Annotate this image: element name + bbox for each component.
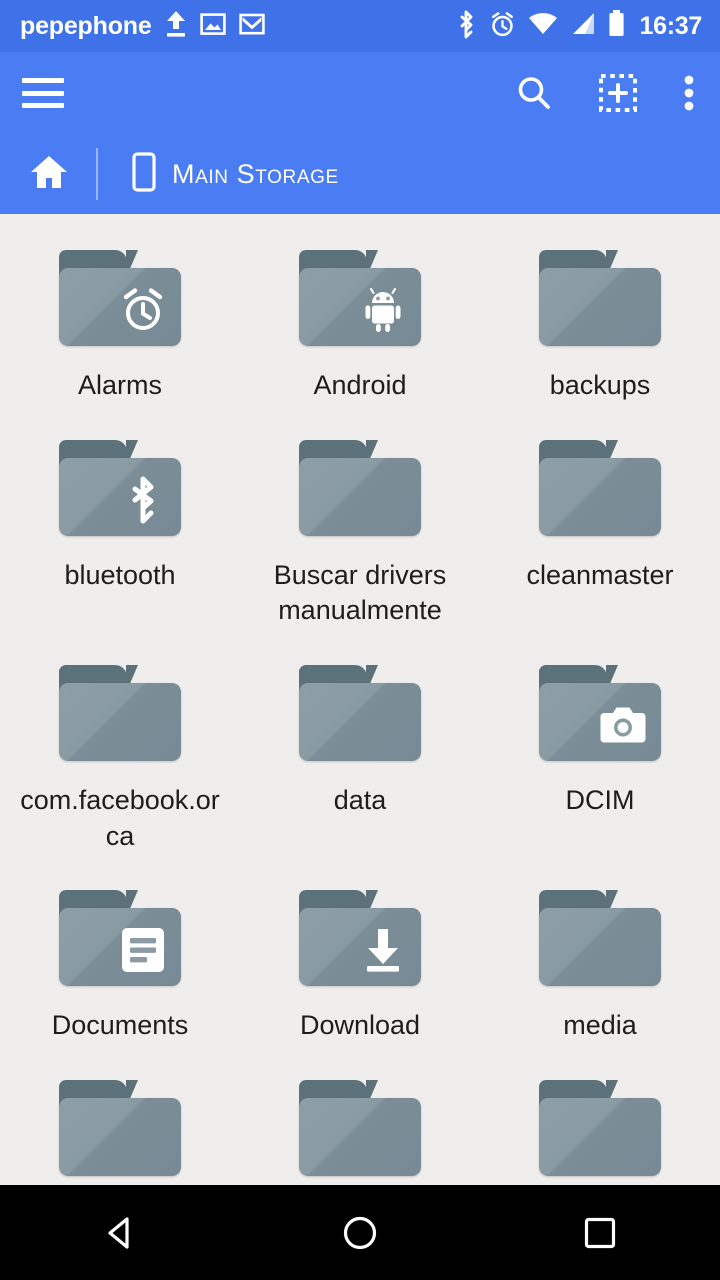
file-item-label: com.facebook.orca	[20, 784, 220, 851]
file-item[interactable]: cleanmaster	[480, 404, 720, 629]
folder-icon	[539, 890, 661, 987]
status-bar-left: pepephone	[20, 10, 265, 43]
file-item-label: Android	[313, 370, 407, 400]
status-bar: pepephone 16:37	[0, 0, 720, 52]
folder-icon	[59, 250, 181, 346]
file-item[interactable]: data	[240, 629, 480, 854]
alarm-clock-icon	[117, 284, 169, 336]
file-item[interactable]	[240, 1044, 480, 1185]
download-icon	[357, 924, 409, 976]
wifi-icon	[528, 12, 558, 41]
file-item[interactable]	[480, 1044, 720, 1185]
signal-icon	[570, 12, 596, 41]
android-robot-icon	[357, 284, 409, 336]
folder-icon	[299, 250, 421, 346]
alarm-icon	[489, 10, 516, 43]
file-item-label: Documents	[51, 1010, 189, 1041]
folder-icon	[59, 664, 181, 761]
file-item-label: DCIM	[565, 784, 635, 815]
file-item[interactable]: Buscar drivers manualmente	[240, 404, 480, 629]
toolbar-actions	[514, 73, 696, 113]
folder-icon	[539, 250, 661, 346]
status-bar-right: 16:37	[455, 9, 702, 44]
folder-body	[299, 457, 421, 536]
folder-body	[539, 1097, 661, 1176]
file-item[interactable]: media	[480, 854, 720, 1044]
folder-body	[539, 268, 661, 346]
file-item[interactable]: Android	[240, 214, 480, 404]
folder-body	[299, 1097, 421, 1176]
file-item-label: cleanmaster	[526, 559, 674, 590]
breadcrumb-label: Main Storage	[172, 158, 339, 189]
folder-body	[59, 1097, 181, 1176]
home-icon	[28, 153, 70, 196]
search-icon[interactable]	[514, 73, 554, 113]
breadcrumb: Main Storage	[0, 134, 720, 214]
smartphone-icon	[132, 151, 156, 197]
file-item-label: Alarms	[77, 370, 162, 400]
battery-icon	[608, 10, 625, 42]
folder-icon	[59, 439, 181, 536]
overflow-menu-icon[interactable]	[682, 73, 696, 113]
file-item[interactable]: Alarms	[0, 214, 240, 404]
file-grid: Alarms Android backups bluetooth Buscar driv…	[0, 214, 720, 1185]
folder-body	[539, 908, 661, 987]
upload-icon	[165, 10, 187, 43]
file-item[interactable]: Documents	[0, 854, 240, 1044]
file-item[interactable]: com.facebook.orca	[0, 629, 240, 854]
status-bar-clock: 16:37	[639, 11, 703, 40]
file-grid-container[interactable]: Alarms Android backups bluetooth Buscar driv…	[0, 214, 720, 1185]
file-item[interactable]: DCIM	[480, 629, 720, 854]
file-item-label: bluetooth	[64, 559, 176, 590]
hamburger-menu-icon[interactable]	[22, 78, 64, 108]
breadcrumb-item-main-storage[interactable]: Main Storage	[98, 151, 339, 197]
app-toolbar	[0, 52, 720, 134]
file-item[interactable]	[0, 1044, 240, 1185]
android-navigation-bar	[0, 1185, 720, 1280]
folder-icon	[539, 664, 661, 761]
gmail-icon	[238, 11, 265, 42]
breadcrumb-home-button[interactable]	[22, 153, 96, 196]
document-icon	[117, 924, 169, 976]
folder-icon	[539, 1079, 661, 1176]
folder-icon	[299, 439, 421, 536]
folder-body	[539, 457, 661, 536]
nav-recents-button[interactable]	[540, 1185, 660, 1280]
image-icon	[199, 11, 226, 42]
folder-icon	[59, 890, 181, 987]
file-item[interactable]: backups	[480, 214, 720, 404]
file-item-label: data	[333, 784, 387, 815]
folder-icon	[299, 890, 421, 987]
select-all-icon[interactable]	[598, 73, 638, 113]
folder-body	[299, 682, 421, 761]
nav-back-button[interactable]	[60, 1185, 180, 1280]
camera-icon	[597, 699, 649, 751]
file-item-label: Buscar drivers manualmente	[273, 559, 447, 626]
folder-body	[59, 682, 181, 761]
carrier-name: pepephone	[20, 11, 152, 40]
file-item-label: backups	[549, 370, 651, 400]
bluetooth-icon	[455, 9, 477, 44]
file-manager-screen: pepephone 16:37 Main Storage Alarms Andr…	[0, 0, 720, 1280]
folder-icon	[539, 439, 661, 536]
folder-icon	[299, 1079, 421, 1176]
file-item[interactable]: bluetooth	[0, 404, 240, 629]
file-item-label: media	[563, 1010, 637, 1041]
folder-icon	[299, 664, 421, 761]
nav-home-button[interactable]	[300, 1185, 420, 1280]
file-item-label: Download	[299, 1010, 421, 1041]
bluetooth-icon	[117, 474, 169, 526]
folder-icon	[59, 1079, 181, 1176]
file-item[interactable]: Download	[240, 854, 480, 1044]
